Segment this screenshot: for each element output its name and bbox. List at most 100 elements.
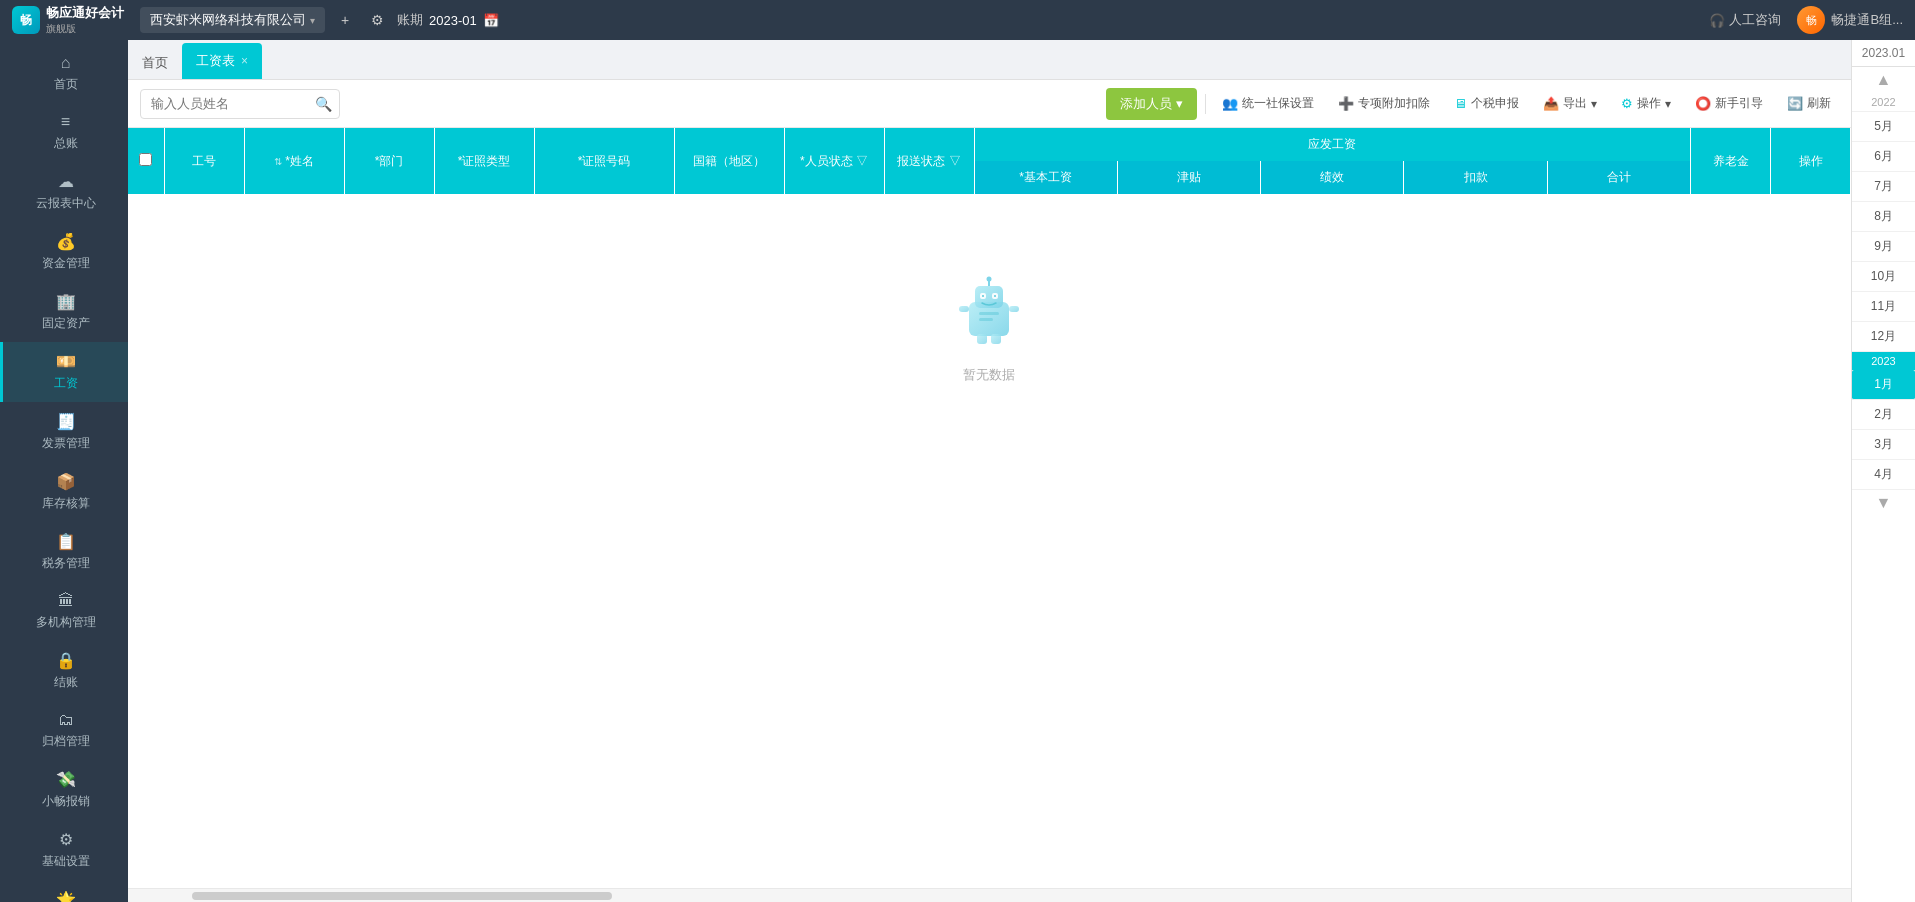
- month-2023-1[interactable]: 1月: [1852, 370, 1915, 400]
- svg-rect-8: [959, 306, 969, 312]
- svg-rect-9: [1009, 306, 1019, 312]
- sidebar-item-invoice[interactable]: 🧾 发票管理: [0, 402, 128, 462]
- operation-label: 操作: [1637, 95, 1661, 112]
- month-2022-11[interactable]: 11月: [1852, 292, 1915, 322]
- search-input[interactable]: [140, 89, 340, 119]
- tab-close-icon[interactable]: ×: [241, 54, 248, 68]
- guide-icon: 🌟: [56, 890, 76, 902]
- tax-report-label: 个税申报: [1471, 95, 1519, 112]
- company-selector[interactable]: 西安虾米网络科技有限公司 ▾: [140, 7, 325, 33]
- scroll-bar-area: [128, 888, 1851, 902]
- user-area[interactable]: 畅 畅捷通B组...: [1797, 6, 1903, 34]
- month-2022-10[interactable]: 10月: [1852, 262, 1915, 292]
- social-security-button[interactable]: 👥 统一社保设置: [1214, 91, 1322, 116]
- th-deduct: 扣款: [1404, 161, 1547, 194]
- month-2022-9[interactable]: 9月: [1852, 232, 1915, 262]
- tab-salary-table[interactable]: 工资表 ×: [182, 43, 262, 79]
- sidebar-label-multi-org: 多机构管理: [36, 614, 96, 631]
- svg-rect-13: [979, 318, 993, 321]
- special-deduct-button[interactable]: ➕ 专项附加扣除: [1330, 91, 1438, 116]
- logo-icon: 畅: [12, 6, 40, 34]
- th-id-no: *证照号码: [534, 128, 674, 194]
- th-region: 国籍（地区）: [674, 128, 784, 194]
- sidebar-item-guide[interactable]: 🌟 新手引导: [0, 880, 128, 902]
- avatar: 畅: [1797, 6, 1825, 34]
- sidebar-item-salary[interactable]: 💴 工资: [0, 342, 128, 402]
- filter-icon-report[interactable]: ▽: [949, 154, 961, 168]
- svg-rect-10: [977, 334, 987, 344]
- add-company-button[interactable]: +: [333, 8, 357, 32]
- sidebar-label-home: 首页: [54, 76, 78, 93]
- sidebar-label-inventory: 库存核算: [42, 495, 90, 512]
- tab-home[interactable]: 首页: [128, 47, 182, 79]
- sidebar-item-fund[interactable]: 💰 资金管理: [0, 222, 128, 282]
- sidebar-label-cloud-report: 云报表中心: [36, 195, 96, 212]
- top-bar-right: 🎧 人工咨询 畅 畅捷通B组...: [1709, 6, 1903, 34]
- sidebar-item-settings[interactable]: ⚙ 基础设置: [0, 820, 128, 880]
- newbie-guide-button[interactable]: ⭕ 新手引导: [1687, 91, 1771, 116]
- sidebar-item-expense[interactable]: 💸 小畅报销: [0, 760, 128, 820]
- cloud-icon: ☁: [58, 172, 74, 191]
- tab-bar: 首页 工资表 ×: [128, 40, 1851, 80]
- th-salary-group: 应发工资: [974, 128, 1691, 161]
- sidebar-item-closing[interactable]: 🔒 结账: [0, 641, 128, 701]
- sidebar-item-multi-org[interactable]: 🏛 多机构管理: [0, 582, 128, 641]
- select-all-checkbox[interactable]: [139, 153, 152, 166]
- period-value: 2023-01: [429, 13, 477, 28]
- sidebar-item-ledger[interactable]: ≡ 总账: [0, 103, 128, 162]
- sidebar-label-settings: 基础设置: [42, 853, 90, 870]
- sidebar-item-cloud-report[interactable]: ☁ 云报表中心: [0, 162, 128, 222]
- th-dept: *部门: [344, 128, 434, 194]
- service-button[interactable]: 🎧 人工咨询: [1709, 11, 1781, 29]
- calendar-icon[interactable]: 📅: [483, 13, 499, 28]
- search-icon[interactable]: 🔍: [315, 96, 332, 112]
- content-area: 首页 工资表 × 🔍 添加人员 ▾ 👥 统一社保设置: [128, 40, 1851, 902]
- th-status: *人员状态 ▽: [784, 128, 884, 194]
- nav-up-arrow[interactable]: ▲: [1852, 67, 1915, 93]
- newbie-guide-icon: ⭕: [1695, 96, 1711, 111]
- sidebar-item-tax[interactable]: 📋 税务管理: [0, 522, 128, 582]
- right-panel: 2023.01 ▲ 2022 5月 6月 7月 8月 9月 10月 11月 12…: [1851, 40, 1915, 902]
- sidebar-item-fixed-assets[interactable]: 🏢 固定资产: [0, 282, 128, 342]
- th-total: 合计: [1547, 161, 1690, 194]
- month-2022-8[interactable]: 8月: [1852, 202, 1915, 232]
- filter-icon-status[interactable]: ▽: [856, 154, 868, 168]
- tax-report-button[interactable]: 🖥 个税申报: [1446, 91, 1527, 116]
- toolbar: 🔍 添加人员 ▾ 👥 统一社保设置 ➕ 专项附加扣除 🖥 个税申报: [128, 80, 1851, 128]
- app-logo: 畅 畅应通好会计 旗舰版: [12, 4, 124, 36]
- period-label: 账期: [397, 11, 423, 29]
- settings-icon: ⚙: [59, 830, 73, 849]
- year-2023-label: 2023: [1852, 352, 1915, 370]
- th-id-type: *证照类型: [434, 128, 534, 194]
- sidebar-item-archive[interactable]: 🗂 归档管理: [0, 701, 128, 760]
- sidebar-label-archive: 归档管理: [42, 733, 90, 750]
- sidebar-item-inventory[interactable]: 📦 库存核算: [0, 462, 128, 522]
- month-2022-7[interactable]: 7月: [1852, 172, 1915, 202]
- month-2023-3[interactable]: 3月: [1852, 430, 1915, 460]
- svg-point-7: [987, 277, 992, 282]
- tax-report-icon: 🖥: [1454, 96, 1467, 111]
- scroll-thumb[interactable]: [192, 892, 612, 900]
- year-2022-label: 2022: [1852, 93, 1915, 112]
- sidebar: ⌂ 首页 ≡ 总账 ☁ 云报表中心 💰 资金管理 🏢 固定资产 💴 工资 🧾 发…: [0, 40, 128, 902]
- add-person-button[interactable]: 添加人员 ▾: [1106, 88, 1197, 120]
- month-2023-2[interactable]: 2月: [1852, 400, 1915, 430]
- multi-org-icon: 🏛: [58, 592, 74, 610]
- month-2023-4[interactable]: 4月: [1852, 460, 1915, 490]
- export-button[interactable]: 📤 导出 ▾: [1535, 91, 1605, 116]
- month-2022-6[interactable]: 6月: [1852, 142, 1915, 172]
- settings-button[interactable]: ⚙: [365, 8, 389, 32]
- sidebar-item-home[interactable]: ⌂ 首页: [0, 44, 128, 103]
- th-base-salary: *基本工资: [974, 161, 1117, 194]
- nav-down-arrow[interactable]: ▼: [1852, 490, 1915, 516]
- expense-icon: 💸: [56, 770, 76, 789]
- sidebar-label-ledger: 总账: [54, 135, 78, 152]
- month-2022-12[interactable]: 12月: [1852, 322, 1915, 352]
- special-deduct-icon: ➕: [1338, 96, 1354, 111]
- th-checkbox[interactable]: [128, 128, 164, 194]
- refresh-button[interactable]: 🔄 刷新: [1779, 91, 1839, 116]
- sidebar-label-invoice: 发票管理: [42, 435, 90, 452]
- month-2022-5[interactable]: 5月: [1852, 112, 1915, 142]
- refresh-label: 刷新: [1807, 95, 1831, 112]
- operation-button[interactable]: ⚙ 操作 ▾: [1613, 91, 1679, 116]
